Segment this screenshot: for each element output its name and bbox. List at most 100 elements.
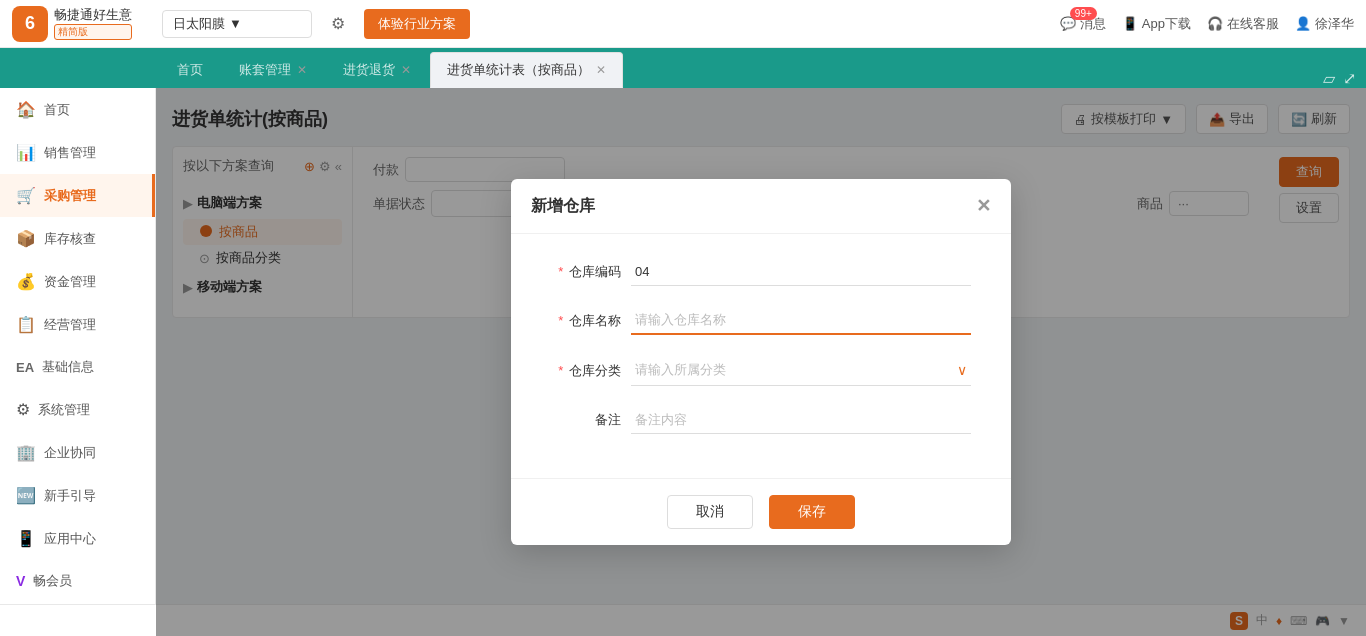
required-star-name: * bbox=[558, 313, 563, 328]
sidebar-item-member[interactable]: V 畅会员 bbox=[0, 560, 155, 602]
sales-icon: 📊 bbox=[16, 143, 36, 162]
online-service-button[interactable]: 🎧 在线客服 bbox=[1207, 15, 1279, 33]
username: 徐泽华 bbox=[1315, 15, 1354, 33]
store-dropdown-icon: ▼ bbox=[229, 16, 242, 31]
home-icon: 🏠 bbox=[16, 100, 36, 119]
sidebar-item-finance[interactable]: 💰 资金管理 bbox=[0, 260, 155, 303]
topbar-right: 💬 消息 99+ 📱 App下载 🎧 在线客服 👤 徐泽华 bbox=[1060, 15, 1354, 33]
online-service-label: 在线客服 bbox=[1227, 15, 1279, 33]
message-button[interactable]: 💬 消息 99+ bbox=[1060, 15, 1106, 33]
dialog-header: 新增仓库 ✕ bbox=[511, 179, 1011, 234]
content-area: 进货单统计(按商品) 🖨 按模板打印 ▼ 📤 导出 🔄 刷新 bbox=[156, 88, 1366, 636]
sidebar-item-sales[interactable]: 📊 销售管理 bbox=[0, 131, 155, 174]
tab-purchase-return[interactable]: 进货退货 ✕ bbox=[326, 52, 428, 88]
tab-home-label: 首页 bbox=[177, 61, 203, 79]
sidebar-item-finance-label: 资金管理 bbox=[44, 273, 96, 291]
topbar: 6 畅捷通好生意 精简版 日太阳膜 ▼ ⚙ 体验行业方案 💬 消息 99+ 📱 … bbox=[0, 0, 1366, 48]
required-star-category: * bbox=[558, 363, 563, 378]
sidebar-item-purchase-label: 采购管理 bbox=[44, 187, 96, 205]
category-dropdown-icon: ∨ bbox=[957, 362, 967, 378]
name-label: * 仓库名称 bbox=[551, 312, 631, 330]
tab-purchase-stats-close[interactable]: ✕ bbox=[596, 63, 606, 77]
logo-area: 6 畅捷通好生意 精简版 bbox=[12, 6, 152, 42]
app-logo-icon: 6 bbox=[12, 6, 48, 42]
trial-button[interactable]: 体验行业方案 bbox=[364, 9, 470, 39]
tab-purchase-stats[interactable]: 进货单统计表（按商品） ✕ bbox=[430, 52, 623, 88]
settings-button[interactable]: ⚙ bbox=[322, 8, 354, 40]
brand-name: 畅捷通好生意 bbox=[54, 7, 132, 24]
new-warehouse-dialog: 新增仓库 ✕ * 仓库编码 * bbox=[511, 179, 1011, 545]
category-placeholder: 请输入所属分类 bbox=[635, 361, 726, 379]
basic-icon: EA bbox=[16, 360, 34, 375]
cancel-button[interactable]: 取消 bbox=[667, 495, 753, 529]
tab-expand-icon[interactable]: ⤢ bbox=[1343, 69, 1356, 88]
code-label: * 仓库编码 bbox=[551, 263, 631, 281]
sidebar-item-purchase[interactable]: 🛒 采购管理 bbox=[0, 174, 155, 217]
inventory-icon: 📦 bbox=[16, 229, 36, 248]
sidebar-item-basic-label: 基础信息 bbox=[42, 358, 94, 376]
tab-purchase-return-label: 进货退货 bbox=[343, 61, 395, 79]
sidebar-item-inventory[interactable]: 📦 库存核查 bbox=[0, 217, 155, 260]
sidebar-item-guide[interactable]: 🆕 新手引导 bbox=[0, 474, 155, 517]
dialog-footer: 取消 保存 bbox=[511, 478, 1011, 545]
sidebar-item-apps[interactable]: 📱 应用中心 bbox=[0, 517, 155, 560]
save-button[interactable]: 保存 bbox=[769, 495, 855, 529]
dialog-title: 新增仓库 bbox=[531, 196, 595, 217]
tab-account-label: 账套管理 bbox=[239, 61, 291, 79]
operation-icon: 📋 bbox=[16, 315, 36, 334]
sidebar-item-home-label: 首页 bbox=[44, 101, 70, 119]
sidebar-item-enterprise-label: 企业协同 bbox=[44, 444, 96, 462]
sidebar: 🏠 首页 📊 销售管理 🛒 采购管理 📦 库存核查 💰 资金管理 📋 经营管理 … bbox=[0, 88, 156, 636]
sidebar-item-apps-label: 应用中心 bbox=[44, 530, 96, 548]
category-label: * 仓库分类 bbox=[551, 362, 631, 380]
finance-icon: 💰 bbox=[16, 272, 36, 291]
brand-badge: 精简版 bbox=[54, 24, 132, 40]
category-select[interactable]: 请输入所属分类 ∨ bbox=[631, 355, 971, 386]
sidebar-item-operation-label: 经营管理 bbox=[44, 316, 96, 334]
phone-icon: 📱 bbox=[1122, 16, 1138, 31]
member-icon: V bbox=[16, 573, 25, 589]
sidebar-item-basic[interactable]: EA 基础信息 bbox=[0, 346, 155, 388]
form-row-code: * 仓库编码 bbox=[551, 258, 971, 286]
remark-input[interactable] bbox=[631, 406, 971, 434]
sidebar-item-home[interactable]: 🏠 首页 bbox=[0, 88, 155, 131]
remark-label: 备注 bbox=[551, 411, 631, 429]
form-row-remark: 备注 bbox=[551, 406, 971, 434]
form-row-name: * 仓库名称 bbox=[551, 306, 971, 335]
required-star-code: * bbox=[558, 264, 563, 279]
sidebar-item-system-label: 系统管理 bbox=[38, 401, 90, 419]
store-selector[interactable]: 日太阳膜 ▼ bbox=[162, 10, 312, 38]
user-profile[interactable]: 👤 徐泽华 bbox=[1295, 15, 1354, 33]
tab-minimize-icon[interactable]: ▱ bbox=[1323, 69, 1335, 88]
form-row-category: * 仓库分类 请输入所属分类 ∨ bbox=[551, 355, 971, 386]
code-input[interactable] bbox=[631, 258, 971, 286]
tab-account[interactable]: 账套管理 ✕ bbox=[222, 52, 324, 88]
name-input[interactable] bbox=[631, 306, 971, 335]
app-download-button[interactable]: 📱 App下载 bbox=[1122, 15, 1191, 33]
dialog-body: * 仓库编码 * 仓库名称 bbox=[511, 234, 1011, 478]
tab-home[interactable]: 首页 bbox=[160, 52, 220, 88]
dialog-close-button[interactable]: ✕ bbox=[976, 195, 991, 217]
app-download-label: App下载 bbox=[1142, 15, 1191, 33]
sidebar-item-sales-label: 销售管理 bbox=[44, 144, 96, 162]
guide-icon: 🆕 bbox=[16, 486, 36, 505]
tab-purchase-return-close[interactable]: ✕ bbox=[401, 63, 411, 77]
enterprise-icon: 🏢 bbox=[16, 443, 36, 462]
tab-purchase-stats-label: 进货单统计表（按商品） bbox=[447, 61, 590, 79]
sidebar-item-guide-label: 新手引导 bbox=[44, 487, 96, 505]
tabbar-actions: ▱ ⤢ bbox=[1323, 69, 1366, 88]
apps-icon: 📱 bbox=[16, 529, 36, 548]
main-layout: 🏠 首页 📊 销售管理 🛒 采购管理 📦 库存核查 💰 资金管理 📋 经营管理 … bbox=[0, 88, 1366, 636]
tabbar: 首页 账套管理 ✕ 进货退货 ✕ 进货单统计表（按商品） ✕ ▱ ⤢ bbox=[0, 48, 1366, 88]
purchase-icon: 🛒 bbox=[16, 186, 36, 205]
tab-account-close[interactable]: ✕ bbox=[297, 63, 307, 77]
sidebar-item-operation[interactable]: 📋 经营管理 bbox=[0, 303, 155, 346]
sidebar-item-member-label: 畅会员 bbox=[33, 572, 72, 590]
headset-icon: 🎧 bbox=[1207, 16, 1223, 31]
user-icon: 👤 bbox=[1295, 16, 1311, 31]
sidebar-item-enterprise[interactable]: 🏢 企业协同 bbox=[0, 431, 155, 474]
sidebar-item-system[interactable]: ⚙ 系统管理 bbox=[0, 388, 155, 431]
store-name: 日太阳膜 bbox=[173, 15, 225, 33]
message-badge: 99+ bbox=[1070, 7, 1097, 20]
system-icon: ⚙ bbox=[16, 400, 30, 419]
